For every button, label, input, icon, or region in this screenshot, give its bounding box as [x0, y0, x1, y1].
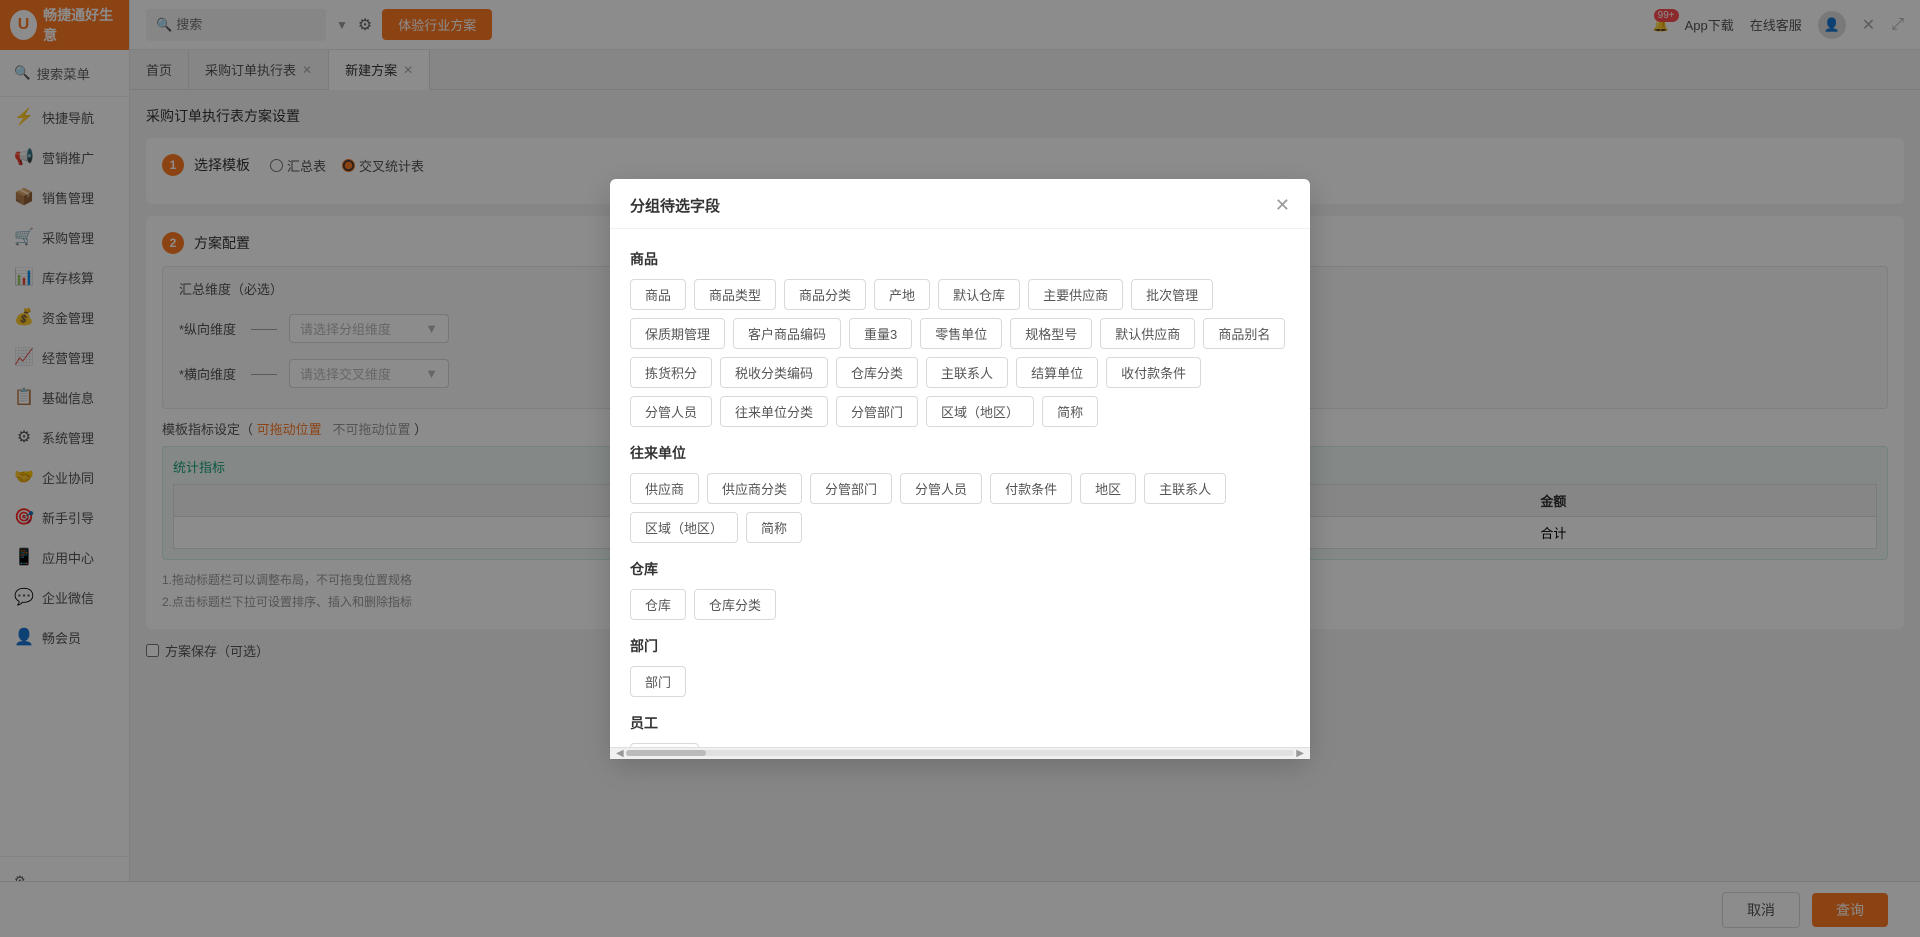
- field-tag-goods-税收分类编码[interactable]: 税收分类编码: [720, 357, 828, 388]
- field-tag-goods-产地[interactable]: 产地: [874, 279, 930, 310]
- field-tag-contacts-供应商分类[interactable]: 供应商分类: [707, 473, 802, 504]
- field-tag-goods-收付款条件[interactable]: 收付款条件: [1106, 357, 1201, 388]
- field-tag-contacts-区域（地区）[interactable]: 区域（地区）: [630, 512, 738, 543]
- field-tag-goods-保质期管理[interactable]: 保质期管理: [630, 318, 725, 349]
- field-tag-goods-默认仓库[interactable]: 默认仓库: [938, 279, 1020, 310]
- field-tag-goods-结算单位[interactable]: 结算单位: [1016, 357, 1098, 388]
- h-scroll-track: [626, 750, 1295, 756]
- field-tags-contacts: 供应商供应商分类分管部门分管人员付款条件地区主联系人区域（地区） 简称: [630, 473, 1290, 543]
- field-tags-warehouse: 仓库仓库分类: [630, 589, 1290, 620]
- modal-title: 分组待选字段: [630, 195, 720, 216]
- field-tag-goods-区域（地区）[interactable]: 区域（地区）: [926, 396, 1034, 427]
- modal-body[interactable]: 商品商品商品类型商品分类产地默认仓库主要供应商批次管理保质期管理客户商品编码重量…: [610, 229, 1310, 747]
- field-tag-contacts-分管部门[interactable]: 分管部门: [810, 473, 892, 504]
- h-scroll-left-icon[interactable]: ◀: [614, 748, 626, 759]
- field-tag-warehouse-仓库分类[interactable]: 仓库分类: [694, 589, 776, 620]
- modal-close-button[interactable]: ✕: [1275, 196, 1290, 214]
- field-tag-goods-默认供应商[interactable]: 默认供应商: [1100, 318, 1195, 349]
- field-tag-goods-主要供应商[interactable]: 主要供应商: [1028, 279, 1123, 310]
- field-section-title-warehouse: 仓库: [630, 559, 1290, 579]
- field-tag-goods-简称[interactable]: 简称: [1042, 396, 1098, 427]
- field-tag-goods-分管部门[interactable]: 分管部门: [836, 396, 918, 427]
- h-scroll-thumb[interactable]: [626, 750, 706, 756]
- field-section-title-department: 部门: [630, 636, 1290, 656]
- field-tag-goods-客户商品编码[interactable]: 客户商品编码: [733, 318, 841, 349]
- field-tag-contacts-分管人员[interactable]: 分管人员: [900, 473, 982, 504]
- field-tag-goods-拣货积分[interactable]: 拣货积分: [630, 357, 712, 388]
- field-section-title-contacts: 往来单位: [630, 443, 1290, 463]
- field-tag-goods-往来单位分类[interactable]: 往来单位分类: [720, 396, 828, 427]
- field-tag-warehouse-仓库[interactable]: 仓库: [630, 589, 686, 620]
- field-tag-goods-商品别名[interactable]: 商品别名: [1203, 318, 1285, 349]
- field-tag-contacts-地区[interactable]: 地区: [1080, 473, 1136, 504]
- modal-horizontal-scrollbar[interactable]: ◀ ▶: [610, 747, 1310, 759]
- modal-header: 分组待选字段 ✕: [610, 179, 1310, 229]
- field-tag-goods-商品分类[interactable]: 商品分类: [784, 279, 866, 310]
- field-tag-contacts-付款条件[interactable]: 付款条件: [990, 473, 1072, 504]
- field-tag-goods-规格型号[interactable]: 规格型号: [1010, 318, 1092, 349]
- field-tag-goods-零售单位[interactable]: 零售单位: [920, 318, 1002, 349]
- field-tag-goods-主联系人[interactable]: 主联系人: [926, 357, 1008, 388]
- field-tag-contacts-主联系人[interactable]: 主联系人: [1144, 473, 1226, 504]
- h-scroll-right-icon[interactable]: ▶: [1294, 748, 1306, 759]
- field-select-modal: 分组待选字段 ✕ 商品商品商品类型商品分类产地默认仓库主要供应商批次管理保质期管…: [610, 179, 1310, 759]
- field-tag-department-部门[interactable]: 部门: [630, 666, 686, 697]
- field-section-title-goods: 商品: [630, 249, 1290, 269]
- field-tags-department: 部门: [630, 666, 1290, 697]
- field-section-title-employee: 员工: [630, 713, 1290, 733]
- field-tag-goods-批次管理[interactable]: 批次管理: [1131, 279, 1213, 310]
- field-tag-goods-重量3[interactable]: 重量3: [849, 318, 912, 349]
- field-tag-goods-商品[interactable]: 商品: [630, 279, 686, 310]
- field-tag-contacts-供应商[interactable]: 供应商: [630, 473, 699, 504]
- field-tag-goods-分管人员[interactable]: 分管人员: [630, 396, 712, 427]
- field-tag-goods-仓库分类[interactable]: 仓库分类: [836, 357, 918, 388]
- field-tag-contacts-简称[interactable]: 简称: [746, 512, 802, 543]
- field-tags-goods: 商品商品类型商品分类产地默认仓库主要供应商批次管理保质期管理客户商品编码重量3 零…: [630, 279, 1290, 427]
- field-tag-goods-商品类型[interactable]: 商品类型: [694, 279, 776, 310]
